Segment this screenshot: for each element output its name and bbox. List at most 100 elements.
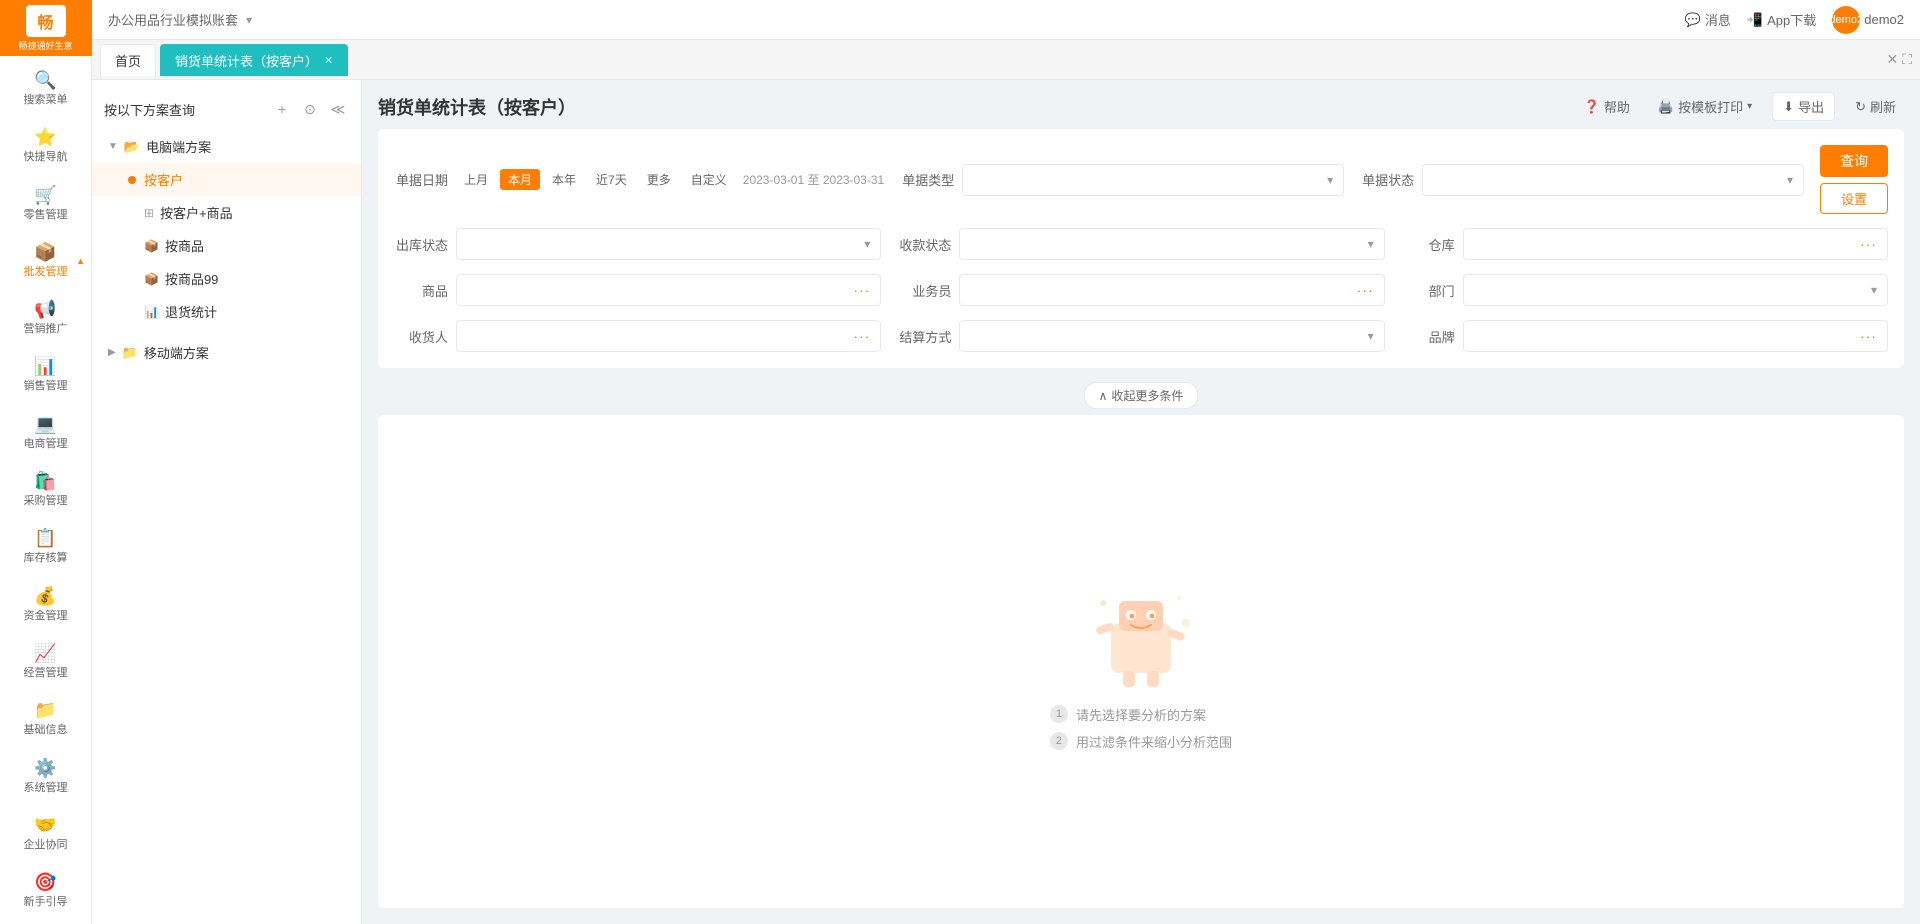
date-this-month[interactable]: 本月 (500, 169, 540, 190)
collapse-conditions-button[interactable]: ∧ 收起更多条件 (1084, 382, 1199, 409)
finance-icon: 💰 (34, 586, 56, 607)
sidebar-item-marketing[interactable]: 📢 营销推广 (0, 289, 91, 346)
sidebar-item-ecommerce[interactable]: 💻 电商管理 (0, 404, 91, 461)
mobile-schemes-folder[interactable]: ▶ 📁 移动端方案 (92, 336, 361, 369)
tab-home[interactable]: 首页 (100, 44, 156, 76)
date-range-display: 2023-03-01 至 2023-03-31 (743, 171, 884, 188)
export-icon: ⬇ (1783, 99, 1794, 115)
message-label: 消息 (1705, 10, 1731, 29)
scheme-by-customer[interactable]: 按客户 (92, 163, 361, 196)
date-last-month[interactable]: 上月 (456, 169, 496, 190)
tab-sales-stats[interactable]: 销货单统计表（按客户） ✕ (160, 44, 348, 76)
collapse-panel-button[interactable]: ≪ (327, 98, 349, 120)
product-input[interactable]: ··· (456, 274, 881, 306)
collection-status-caret: ▾ (1368, 237, 1374, 251)
maximize-window-icon[interactable]: ⛶ (1902, 51, 1912, 68)
ecommerce-icon: 💻 (34, 414, 56, 435)
home-tab-label: 首页 (115, 51, 141, 70)
refresh-icon: ↻ (1855, 99, 1866, 115)
add-scheme-button[interactable]: + (271, 98, 293, 120)
window-controls: ✕ ⛶ (1886, 51, 1912, 68)
empty-text-block: 1 请先选择要分析的方案 2 用过滤条件来缩小分析范围 (1050, 705, 1232, 751)
date-last-7days[interactable]: 近7天 (588, 169, 635, 190)
app-logo: 畅 畅捷通好生意 (0, 0, 92, 56)
sidebar-item-quick-nav[interactable]: ⭐ 快捷导航 (0, 117, 91, 174)
sidebar-label-wholesale: 批发管理 (24, 265, 68, 279)
sidebar-item-enterprise[interactable]: 🤝 企业协同 (0, 805, 91, 862)
sidebar-label-finance: 资金管理 (24, 609, 68, 623)
logo-icon: 畅 (26, 5, 66, 37)
selected-dot (128, 176, 136, 184)
app-download-button[interactable]: 📲 App下载 (1747, 10, 1816, 29)
empty-state: 1 请先选择要分析的方案 2 用过滤条件来缩小分析范围 (378, 415, 1904, 908)
salesperson-input[interactable]: ··· (959, 274, 1384, 306)
warehouse-input[interactable]: ··· (1463, 228, 1888, 260)
order-status-input[interactable]: ▾ (1422, 164, 1804, 196)
left-panel-header: 按以下方案查询 + ⊙ ≪ (92, 92, 361, 126)
out-status-input[interactable]: ▾ (456, 228, 881, 260)
help-label: 帮助 (1604, 97, 1630, 116)
breadcrumb-dropdown[interactable]: ▾ (246, 13, 252, 27)
sidebar-item-purchase[interactable]: 🛍️ 采购管理 (0, 461, 91, 518)
sidebar-item-sales[interactable]: 📊 销售管理 (0, 346, 91, 403)
brand-filter-item: 品牌 ··· (1401, 320, 1888, 352)
date-filter-options: 上月 本月 本年 近7天 更多 自定义 2023-03-01 至 2023-03… (456, 169, 884, 190)
settlement-input[interactable]: ▾ (959, 320, 1384, 352)
date-this-year[interactable]: 本年 (544, 169, 584, 190)
sidebar-item-retail[interactable]: 🛒 零售管理 (0, 175, 91, 232)
out-status-filter-item: 出库状态 ▾ (394, 228, 881, 260)
scheme-customer-product[interactable]: ⊞ 按客户+商品 (92, 196, 361, 229)
refresh-button[interactable]: ↻ 刷新 (1847, 93, 1904, 120)
scheme-by-product[interactable]: 📦 按商品 (92, 229, 361, 262)
sidebar-label-basic: 基础信息 (24, 723, 68, 737)
sidebar-item-inventory[interactable]: 📋 库存核算 (0, 518, 91, 575)
salesperson-dots: ··· (1357, 282, 1374, 298)
department-label: 部门 (1401, 281, 1455, 300)
collection-status-input[interactable]: ▾ (959, 228, 1384, 260)
message-button[interactable]: 💬 消息 (1685, 10, 1731, 29)
settings-scheme-button[interactable]: ⊙ (299, 98, 321, 120)
mobile-expand-icon: ▶ (108, 347, 116, 358)
sidebar-item-operations[interactable]: 📈 经营管理 (0, 633, 91, 690)
date-more[interactable]: 更多 (639, 169, 679, 190)
tab-close-icon[interactable]: ✕ (324, 54, 333, 67)
sidebar-item-system[interactable]: ⚙️ 系统管理 (0, 748, 91, 805)
marketing-icon: 📢 (34, 299, 56, 320)
wholesale-icon: 📦 (34, 242, 56, 263)
product-filter-item: 商品 ··· (394, 274, 881, 306)
settings-button[interactable]: 设置 (1820, 183, 1888, 214)
salesperson-filter-item: 业务员 ··· (897, 274, 1384, 306)
refresh-label: 刷新 (1870, 97, 1896, 116)
help-button[interactable]: ❓ 帮助 (1576, 93, 1638, 120)
date-custom[interactable]: 自定义 (683, 169, 735, 190)
purchase-icon: 🛍️ (34, 471, 56, 492)
sidebar-item-basic[interactable]: 📁 基础信息 (0, 690, 91, 747)
newbie-icon: 🎯 (34, 872, 56, 893)
close-window-icon[interactable]: ✕ (1886, 51, 1898, 68)
sidebar-item-newbie[interactable]: 🎯 新手引导 (0, 862, 91, 919)
main-area: 办公用品行业模拟账套 ▾ 💬 消息 📲 App下载 demo2 demo2 (92, 0, 1920, 924)
brand-input[interactable]: ··· (1463, 320, 1888, 352)
department-input[interactable]: ▾ (1463, 274, 1888, 306)
user-profile[interactable]: demo2 demo2 (1832, 6, 1904, 34)
desktop-schemes-folder[interactable]: ▼ 📂 电脑端方案 (92, 130, 361, 163)
export-button[interactable]: ⬇ 导出 (1772, 92, 1835, 121)
hint2-num: 2 (1050, 732, 1068, 750)
search-button[interactable]: 查询 (1820, 145, 1888, 177)
filter-row-1: 单据日期 上月 本月 本年 近7天 更多 自定义 2023-03-01 至 20… (394, 145, 1888, 214)
sidebar-item-apps[interactable]: 📱 应用中心 (0, 919, 91, 924)
receiver-label: 收货人 (394, 327, 448, 346)
order-type-input[interactable]: ▾ (962, 164, 1344, 196)
collapse-chevron-icon: ∧ (1099, 389, 1108, 403)
sidebar-item-finance[interactable]: 💰 资金管理 (0, 576, 91, 633)
scheme-by-product99[interactable]: 📦 按商品99 (92, 262, 361, 295)
product-icon: 📦 (144, 239, 159, 253)
template-print-button[interactable]: 🖨️ 按模板打印 ▾ (1650, 93, 1760, 120)
scheme-return-stats[interactable]: 📊 退货统计 (92, 295, 361, 328)
sidebar-nav: 🔍 搜索菜单 ⭐ 快捷导航 🛒 零售管理 📦 批发管理 ▲ 📢 营销推广 (0, 56, 91, 924)
receiver-input[interactable]: ··· (456, 320, 881, 352)
sidebar-item-search[interactable]: 🔍 搜索菜单 (0, 60, 91, 117)
collapse-bar: ∧ 收起更多条件 (362, 376, 1920, 415)
help-icon: ❓ (1584, 99, 1600, 115)
sidebar-item-wholesale[interactable]: 📦 批发管理 ▲ (0, 232, 91, 289)
